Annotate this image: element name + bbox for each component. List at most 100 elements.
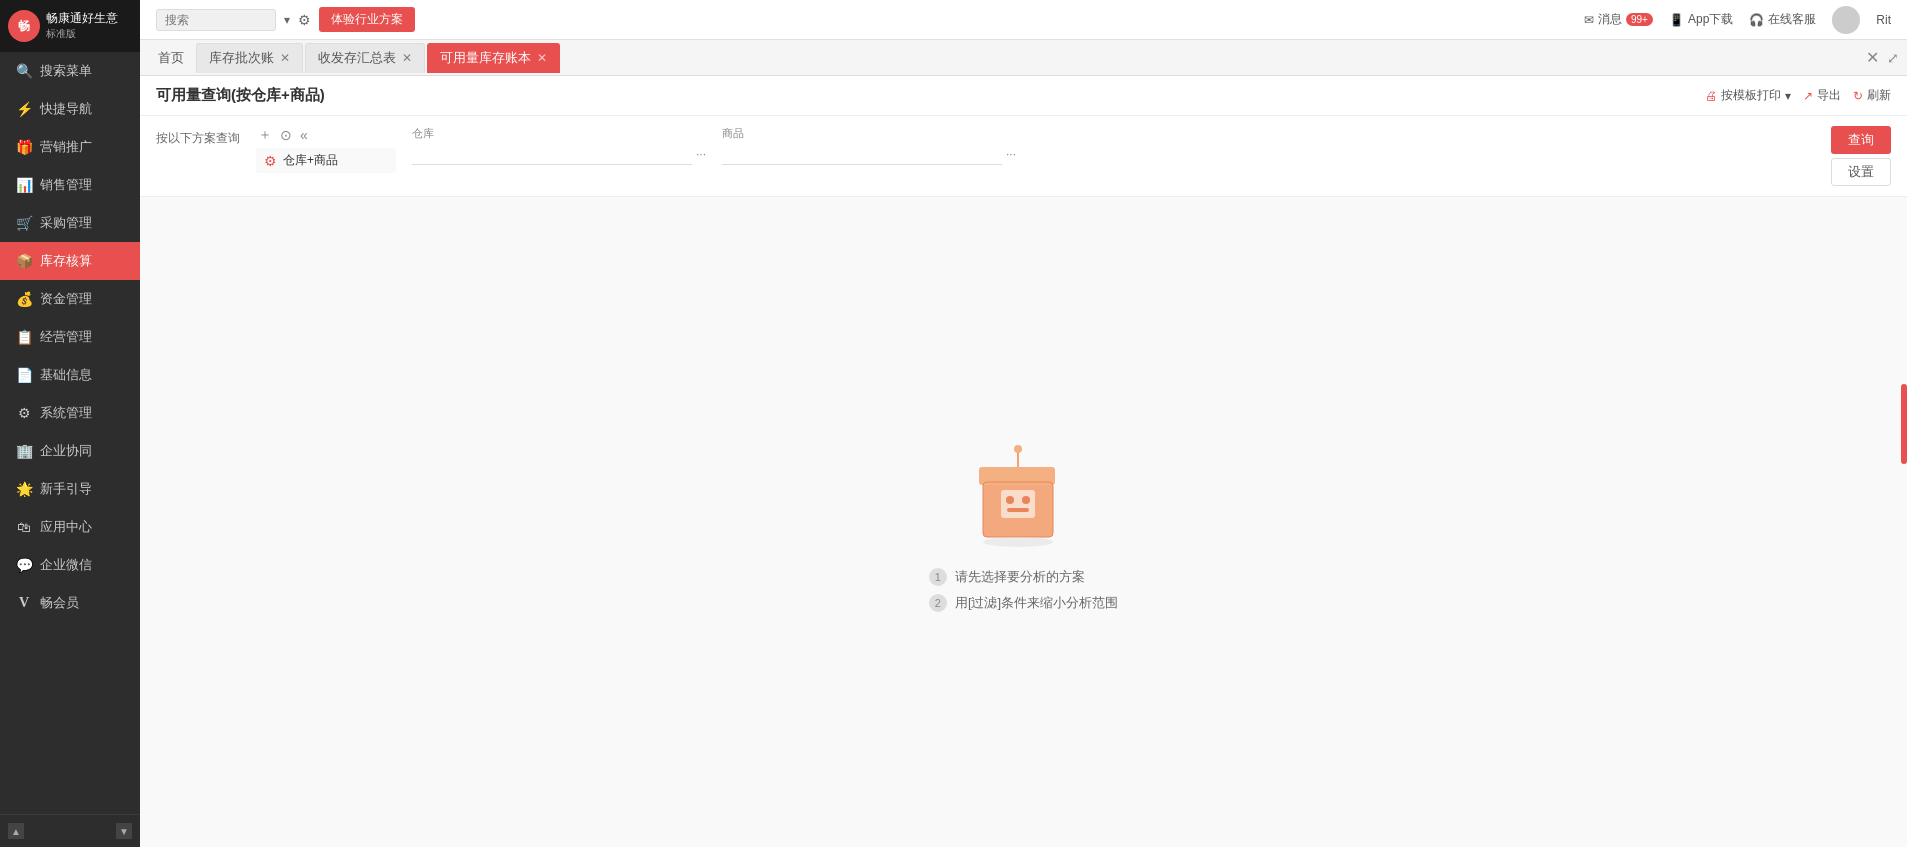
search-input[interactable] [156, 9, 276, 31]
scheme-icon: ⚙ [264, 153, 277, 169]
collapse-scheme-btn[interactable]: « [298, 127, 310, 143]
query-button[interactable]: 查询 [1831, 126, 1891, 154]
empty-illustration [963, 432, 1083, 552]
tab-close-active-btn[interactable]: ✕ [537, 52, 547, 64]
headset-icon: 🎧 [1749, 13, 1764, 27]
sidebar-item-label: 企业微信 [40, 556, 92, 574]
export-label: 导出 [1817, 87, 1841, 104]
export-btn[interactable]: ↗ 导出 [1803, 87, 1841, 104]
sidebar-item-purchase[interactable]: 🛒 采购管理 [0, 204, 140, 242]
hint-text-2: 用[过滤]条件来缩小分析范围 [955, 594, 1118, 612]
page-title: 可用量查询(按仓库+商品) [156, 86, 325, 105]
shopping-icon: 🛍 [16, 519, 32, 535]
scheme-item-warehouse-product[interactable]: ⚙ 仓库+商品 [256, 148, 396, 173]
page-actions: 🖨 按模板打印 ▾ ↗ 导出 ↻ 刷新 [1705, 87, 1891, 104]
username-label: Rit [1876, 13, 1891, 27]
filter-scheme-header: ＋ ⊙ « [256, 126, 396, 144]
sidebar-item-app-center[interactable]: 🛍 应用中心 [0, 508, 140, 546]
warehouse-more-btn[interactable]: ··· [696, 147, 706, 161]
refresh-btn[interactable]: ↻ 刷新 [1853, 87, 1891, 104]
search-dropdown-btn[interactable]: ▾ [284, 13, 290, 27]
sidebar-scroll-down[interactable]: ▼ [116, 823, 132, 839]
empty-hint-1: 1 请先选择要分析的方案 [929, 568, 1118, 586]
filter-scheme-panel: ＋ ⊙ « ⚙ 仓库+商品 [256, 126, 396, 173]
chat-icon: 💬 [16, 557, 32, 573]
search-icon: 🔍 [16, 63, 32, 79]
sidebar-item-label: 搜索菜单 [40, 62, 92, 80]
sidebar-item-inventory[interactable]: 📦 库存核算 [0, 242, 140, 280]
sidebar-scroll-up[interactable]: ▲ [8, 823, 24, 839]
product-more-btn[interactable]: ··· [1006, 147, 1016, 161]
online-service-label: 在线客服 [1768, 11, 1816, 28]
scheme-item-label: 仓库+商品 [283, 152, 338, 169]
tab-label: 收发存汇总表 [318, 49, 396, 67]
topbar: ▾ ⚙ 体验行业方案 ✉ 消息 99+ 📱 App下载 🎧 在线客服 Rit [140, 0, 1907, 40]
sidebar-header: 畅 畅康通好生意 标准版 [0, 0, 140, 52]
tabbar-expand-btn[interactable]: ⤢ [1887, 50, 1899, 66]
money-icon: 💰 [16, 291, 32, 307]
gear-icon: ⚙ [16, 405, 32, 421]
tab-label: 库存批次账 [209, 49, 274, 67]
topbar-right: ✉ 消息 99+ 📱 App下载 🎧 在线客服 Rit [1584, 6, 1891, 34]
sidebar-item-label: 应用中心 [40, 518, 92, 536]
sidebar-item-system[interactable]: ⚙ 系统管理 [0, 394, 140, 432]
sidebar-item-sales[interactable]: 📊 销售管理 [0, 166, 140, 204]
svg-point-8 [1014, 445, 1022, 453]
tabbar: 首页 库存批次账 ✕ 收发存汇总表 ✕ 可用量库存账本 ✕ ✕ ⤢ [140, 40, 1907, 76]
sidebar-item-basic-info[interactable]: 📄 基础信息 [0, 356, 140, 394]
add-scheme-btn[interactable]: ＋ [256, 126, 274, 144]
sidebar-item-search[interactable]: 🔍 搜索菜单 [0, 52, 140, 90]
sidebar-item-label: 畅会员 [40, 594, 79, 612]
page-header: 可用量查询(按仓库+商品) 🖨 按模板打印 ▾ ↗ 导出 ↻ 刷新 [140, 76, 1907, 116]
tab-collect-account[interactable]: 收发存汇总表 ✕ [305, 43, 425, 73]
warehouse-input[interactable] [412, 143, 692, 165]
sidebar-item-label: 销售管理 [40, 176, 92, 194]
sidebar-item-quick-nav[interactable]: ⚡ 快捷导航 [0, 90, 140, 128]
online-service-btn[interactable]: 🎧 在线客服 [1749, 11, 1816, 28]
sidebar-item-label: 经营管理 [40, 328, 92, 346]
sidebar-item-enterprise[interactable]: 🏢 企业协同 [0, 432, 140, 470]
lightning-icon: ⚡ [16, 101, 32, 117]
warehouse-field-label: 仓库 [412, 126, 706, 141]
filter-area: 按以下方案查询 ＋ ⊙ « ⚙ 仓库+商品 仓库 ··· 商品 [140, 116, 1907, 197]
phone-icon: 📱 [1669, 13, 1684, 27]
tabbar-close-btn[interactable]: ✕ [1866, 48, 1879, 67]
sidebar-item-finance[interactable]: 💰 资金管理 [0, 280, 140, 318]
industry-btn[interactable]: 体验行业方案 [319, 7, 415, 32]
empty-svg [963, 432, 1083, 552]
sidebar: 畅 畅康通好生意 标准版 🔍 搜索菜单 ⚡ 快捷导航 🎁 营销推广 📊 销售管理… [0, 0, 140, 847]
right-scrollbar[interactable] [1901, 384, 1907, 464]
app-download-btn[interactable]: 📱 App下载 [1669, 11, 1733, 28]
template-print-btn[interactable]: 🖨 按模板打印 ▾ [1705, 87, 1791, 104]
message-btn[interactable]: ✉ 消息 99+ [1584, 11, 1653, 28]
product-input[interactable] [722, 143, 1002, 165]
avatar [1832, 6, 1860, 34]
sidebar-item-marketing[interactable]: 🎁 营销推广 [0, 128, 140, 166]
filter-fields: 仓库 ··· 商品 ··· [412, 126, 1815, 165]
filter-scheme-label: 按以下方案查询 [156, 126, 240, 147]
sidebar-item-newbie[interactable]: 🌟 新手引导 [0, 470, 140, 508]
hint-num-2: 2 [929, 594, 947, 612]
tab-batch-account[interactable]: 库存批次账 ✕ [196, 43, 303, 73]
tab-close-btn[interactable]: ✕ [402, 52, 412, 64]
filter-field-warehouse: 仓库 ··· [412, 126, 706, 165]
main-content: ▾ ⚙ 体验行业方案 ✉ 消息 99+ 📱 App下载 🎧 在线客服 Rit 首… [140, 0, 1907, 847]
sidebar-item-operations[interactable]: 📋 经营管理 [0, 318, 140, 356]
hint-num-1: 1 [929, 568, 947, 586]
sidebar-item-label: 采购管理 [40, 214, 92, 232]
edit-scheme-btn[interactable]: ⊙ [278, 127, 294, 143]
refresh-icon: ↻ [1853, 89, 1863, 103]
product-field-label: 商品 [722, 126, 1016, 141]
settings-button[interactable]: 设置 [1831, 158, 1891, 186]
sidebar-title: 畅康通好生意 [46, 11, 118, 27]
sidebar-item-wechat[interactable]: 💬 企业微信 [0, 546, 140, 584]
sidebar-item-label: 基础信息 [40, 366, 92, 384]
app-download-label: App下载 [1688, 11, 1733, 28]
tab-close-btn[interactable]: ✕ [280, 52, 290, 64]
tab-label: 可用量库存账本 [440, 49, 531, 67]
tab-available-account[interactable]: 可用量库存账本 ✕ [427, 43, 560, 73]
tab-home[interactable]: 首页 [148, 43, 194, 73]
empty-hint-2: 2 用[过滤]条件来缩小分析范围 [929, 594, 1118, 612]
sidebar-item-member[interactable]: V 畅会员 [0, 584, 140, 622]
topbar-gear-btn[interactable]: ⚙ [298, 12, 311, 28]
